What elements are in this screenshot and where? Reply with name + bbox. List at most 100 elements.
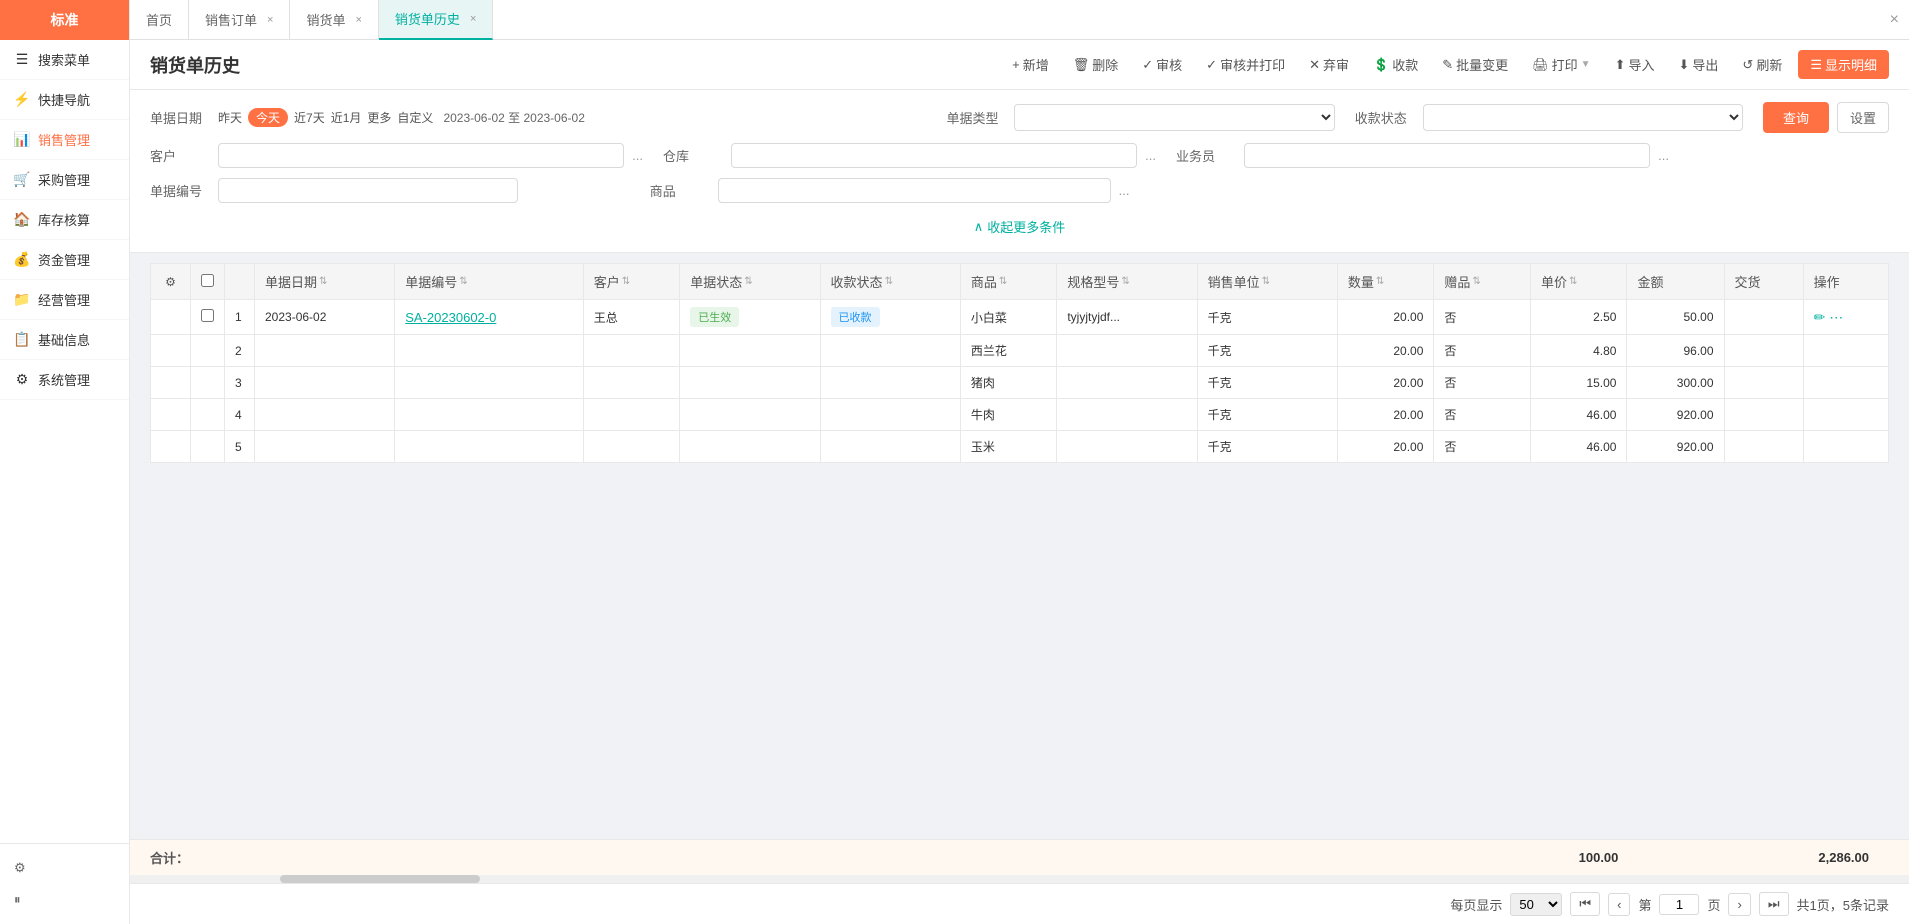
cell-checkbox[interactable] [191,300,225,335]
data-table: ⚙ 单据日期 ⇅ 单据编号 ⇅ [150,263,1889,463]
col-payment-status-sort[interactable]: 收款状态 ⇅ [831,272,893,291]
sidebar-item-inventory-calc[interactable]: 🏠 库存核算 [0,200,129,240]
collapse-filter-btn[interactable]: ∧ 收起更多条件 [150,213,1889,240]
receive-button[interactable]: 💲 收款 [1365,51,1426,78]
cell-checkbox[interactable] [191,431,225,463]
more-icon[interactable]: ⋯ [1829,309,1843,326]
col-goods-sort[interactable]: 商品 ⇅ [971,272,1007,291]
col-doc-date-sort[interactable]: 单据日期 ⇅ [265,272,327,291]
filter-salesman-input[interactable] [1244,143,1650,168]
toolbar: + 新增 🗑 删除 ✓ 审核 ✓ 审核并打印 ✕ 弃审 [1004,50,1889,79]
date-shortcut-today[interactable]: 今天 [248,108,288,127]
col-qty[interactable]: 数量 ⇅ [1337,264,1434,300]
date-shortcut-yesterday[interactable]: 昨天 [218,109,242,126]
date-shortcut-7days[interactable]: 近7天 [294,109,325,126]
sidebar-item-sales-mgmt[interactable]: 📊 销售管理 [0,120,129,160]
filter-warehouse-dots[interactable]: ... [1145,148,1156,163]
col-doc-no[interactable]: 单据编号 ⇅ [395,264,583,300]
sidebar-settings-btn[interactable]: ⚙ [0,852,129,884]
filter-payment-status-label: 收款状态 [1355,108,1415,127]
col-sales-unit-sort[interactable]: 销售单位 ⇅ [1208,272,1270,291]
col-doc-no-sort[interactable]: 单据编号 ⇅ [405,272,467,291]
col-doc-status[interactable]: 单据状态 ⇅ [680,264,820,300]
col-unit-price[interactable]: 单价 ⇅ [1530,264,1627,300]
audit-button[interactable]: ✓ 审核 [1134,51,1190,78]
sidebar-item-finance-mgmt[interactable]: 💰 资金管理 [0,240,129,280]
col-goods[interactable]: 商品 ⇅ [960,264,1057,300]
new-button[interactable]: + 新增 [1004,51,1057,78]
tab-sales-history[interactable]: 销货单历史 × [379,0,493,40]
col-unit-price-sort[interactable]: 单价 ⇅ [1541,272,1577,291]
filter-goods-input[interactable] [718,178,1111,203]
sidebar-item-quick-nav[interactable]: ⚡ 快捷导航 [0,80,129,120]
tab-sales-order[interactable]: 销售订单 × [189,0,290,40]
next-page-btn[interactable]: › [1728,893,1750,916]
filter-warehouse-input[interactable] [731,143,1137,168]
col-gift-sort[interactable]: 赠品 ⇅ [1444,272,1480,291]
filter-customer-dots[interactable]: ... [632,148,643,163]
tab-home[interactable]: 首页 [130,0,189,40]
tab-sales-goods[interactable]: 销货单 × [290,0,378,40]
date-shortcut-more[interactable]: 更多 [367,109,391,126]
sidebar-pause-btn[interactable]: ⏸ [0,884,129,916]
sidebar-item-basic-info[interactable]: 📋 基础信息 [0,320,129,360]
filter-salesman-dots[interactable]: ... [1658,148,1669,163]
filter-goods-dots[interactable]: ... [1119,183,1130,198]
filter-payment-status-select[interactable] [1423,104,1743,131]
col-qty-sort[interactable]: 数量 ⇅ [1348,272,1384,291]
col-customer-sort[interactable]: 客户 ⇅ [594,272,630,291]
doc-no-link[interactable]: SA-20230602-0 [405,310,496,325]
row-checkbox[interactable] [201,309,214,322]
filter-doctype-select[interactable] [1014,104,1334,131]
window-close-btn[interactable]: × [1890,11,1899,29]
batch-change-button[interactable]: ✎ 批量变更 [1434,51,1516,78]
page-input[interactable] [1659,894,1699,915]
show-detail-button[interactable]: ☰ 显示明细 [1798,50,1889,79]
delete-button[interactable]: 🗑 删除 [1065,51,1127,78]
col-spec-sort[interactable]: 规格型号 ⇅ [1067,272,1129,291]
col-sales-unit[interactable]: 销售单位 ⇅ [1197,264,1337,300]
edit-icon[interactable]: ✏ [1814,309,1826,326]
filter-area: 单据日期 昨天 今天 近7天 近1月 更多 自定义 2023-06-02 至 2… [130,90,1909,253]
col-customer[interactable]: 客户 ⇅ [583,264,680,300]
col-settings[interactable]: ⚙ [151,264,191,300]
sidebar-item-sys-mgmt[interactable]: ⚙ 系统管理 [0,360,129,400]
cell-checkbox[interactable] [191,335,225,367]
col-checkbox[interactable] [191,264,225,300]
filter-settings-button[interactable]: 设置 [1837,102,1889,133]
sidebar-item-ops-mgmt[interactable]: 📁 经营管理 [0,280,129,320]
sidebar-item-search-menu[interactable]: ☰ 搜索菜单 [0,40,129,80]
sidebar-item-purchase-mgmt[interactable]: 🛒 采购管理 [0,160,129,200]
query-button[interactable]: 查询 [1763,102,1829,133]
audit-print-button[interactable]: ✓ 审核并打印 [1198,51,1293,78]
prev-page-btn[interactable]: ‹ [1608,893,1630,916]
col-spec[interactable]: 规格型号 ⇅ [1057,264,1197,300]
per-page-select[interactable]: 50 100 [1510,893,1562,916]
refresh-button[interactable]: ↺ 刷新 [1734,51,1790,78]
last-page-btn[interactable]: ⏭ [1759,892,1789,916]
show-detail-icon: ☰ [1810,57,1822,73]
print-button[interactable]: 🖨 打印 ▼ [1524,51,1598,78]
first-page-btn[interactable]: ⏮ [1570,892,1600,916]
tab-sales-order-close[interactable]: × [267,14,273,26]
export-button[interactable]: ⬇ 导出 [1670,51,1726,78]
date-shortcut-custom[interactable]: 自定义 [397,109,433,126]
col-doc-status-sort[interactable]: 单据状态 ⇅ [690,272,752,291]
filter-customer-input[interactable] [218,143,624,168]
import-button[interactable]: ⬆ 导入 [1607,51,1663,78]
filter-docno-input[interactable] [218,178,518,203]
horizontal-scrollbar-thumb[interactable] [280,875,480,883]
col-gift[interactable]: 赠品 ⇅ [1434,264,1531,300]
horizontal-scrollbar[interactable] [130,875,1909,883]
tab-sales-history-close[interactable]: × [470,13,476,25]
select-all-checkbox[interactable] [201,274,214,287]
cell-checkbox[interactable] [191,367,225,399]
col-doc-date[interactable]: 单据日期 ⇅ [255,264,395,300]
export-label: 导出 [1692,55,1718,74]
col-payment-status[interactable]: 收款状态 ⇅ [820,264,960,300]
cell-doc-status [680,399,820,431]
tab-sales-goods-close[interactable]: × [355,14,361,26]
date-shortcut-1month[interactable]: 近1月 [331,109,362,126]
cell-checkbox[interactable] [191,399,225,431]
abandon-button[interactable]: ✕ 弃审 [1301,51,1357,78]
